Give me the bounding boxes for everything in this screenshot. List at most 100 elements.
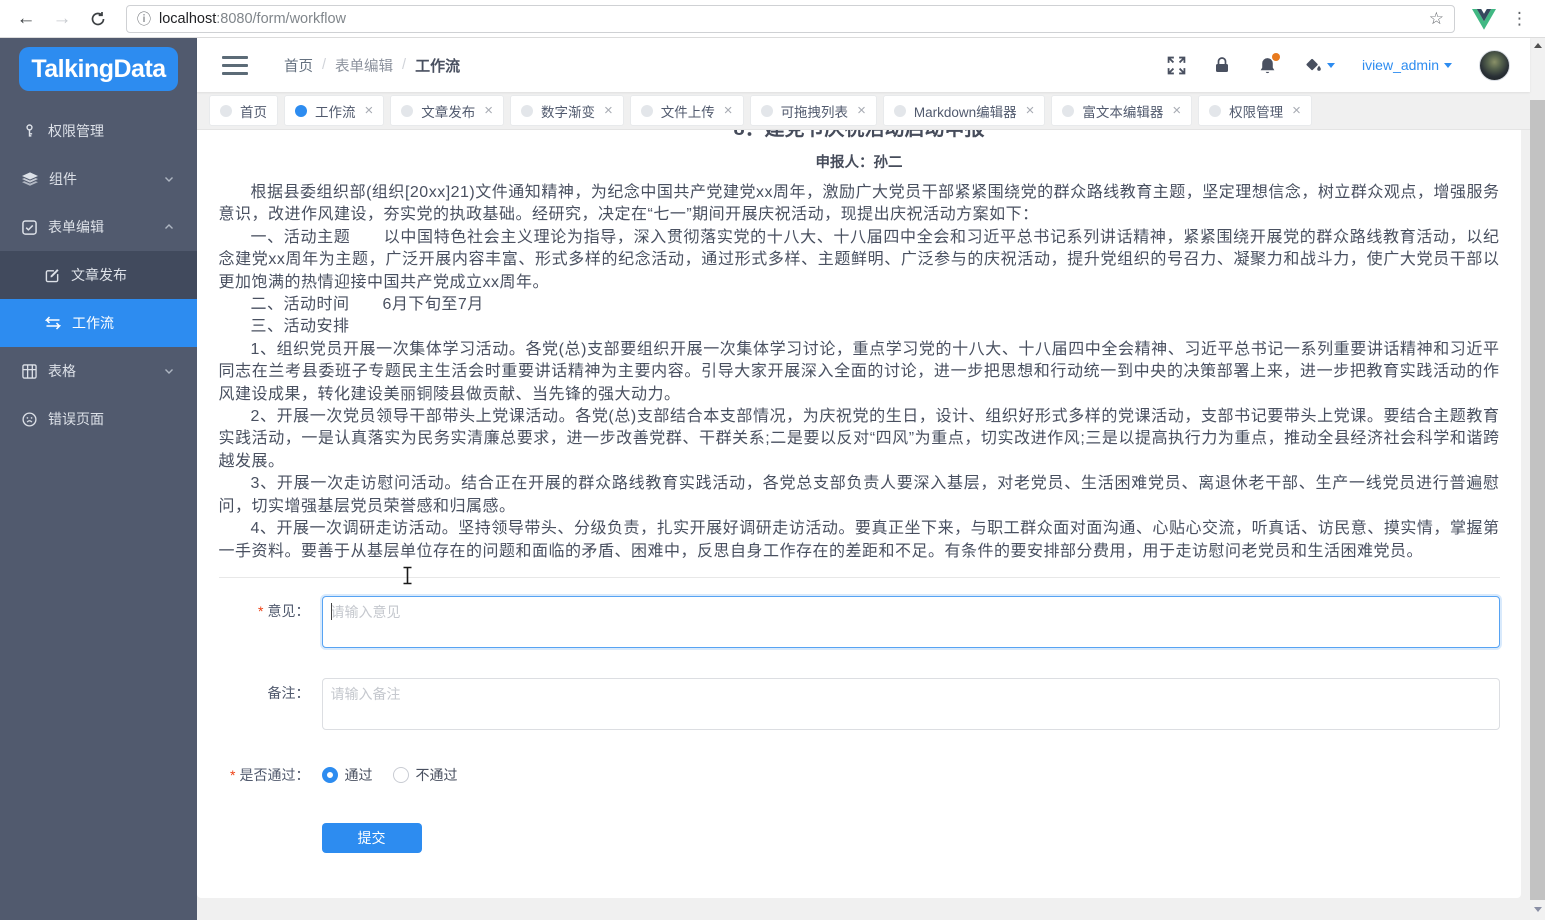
layers-icon — [22, 171, 38, 186]
sidebar-item-article-publish[interactable]: 文章发布 — [0, 251, 197, 299]
browser-menu-button[interactable]: ⋮ — [1505, 9, 1535, 29]
opinion-textarea[interactable] — [321, 595, 1500, 648]
url-host: localhost — [159, 10, 217, 27]
tab-close-icon[interactable]: × — [365, 103, 374, 118]
browser-reload-button[interactable] — [82, 3, 114, 35]
browser-forward-button[interactable]: → — [46, 3, 78, 35]
sidebar-item-error-page[interactable]: 错误页面 — [0, 395, 197, 443]
notifications-button[interactable] — [1258, 52, 1280, 75]
document-paragraph: 4、开展一次调研走访活动。坚持领导带头、分级负责，扎实开展好调研走访活动。要真正… — [218, 520, 1500, 560]
checkbox-icon — [22, 219, 37, 235]
radio-fail[interactable]: 不通过 — [392, 765, 458, 785]
notification-badge — [1271, 52, 1280, 61]
top-header: 首页 / 表单编辑 / 工作流 iview_admin — [197, 38, 1530, 92]
scrollbar-thumb[interactable] — [1530, 100, 1545, 900]
tab-close-icon[interactable]: × — [484, 103, 493, 118]
browser-back-button[interactable]: ← — [10, 3, 42, 35]
sidebar-item-label: 工作流 — [72, 315, 114, 331]
sidebar-item-workflow[interactable]: 工作流 — [0, 299, 197, 347]
document-paragraph: 3、开展一次走访慰问活动。结合正在开展的群众路线教育实践活动，各党总支部负责人要… — [218, 475, 1500, 515]
radio-fail-label: 不通过 — [415, 766, 458, 783]
vue-logo-icon — [1472, 8, 1496, 30]
tab-markdown-editor[interactable]: Markdown编辑器 × — [882, 95, 1046, 126]
tab-label: Markdown编辑器 — [913, 104, 1017, 120]
breadcrumb-current: 工作流 — [415, 57, 461, 75]
tab-close-icon[interactable]: × — [724, 103, 733, 118]
tab-dot-icon — [893, 104, 906, 117]
document-paragraph: 一、活动主题 以中国特色社会主义理论为指导，深入贯彻落实党的十八大、十八届四中全… — [218, 228, 1500, 291]
tab-permission[interactable]: 权限管理 × — [1198, 95, 1312, 126]
sidebar-menu: 权限管理 组件 表单编辑 文章发布 工作流 表格 错误页面 — [0, 107, 197, 443]
sidebar-item-label: 错误页面 — [48, 411, 104, 427]
tab-label: 权限管理 — [1229, 104, 1284, 120]
tab-dot-icon — [401, 104, 414, 117]
sidebar-item-label: 表格 — [48, 363, 76, 379]
user-menu[interactable]: iview_admin — [1362, 57, 1452, 73]
chevron-down-icon — [163, 173, 175, 185]
sidebar-item-label: 权限管理 — [48, 123, 104, 139]
sidebar-item-label: 组件 — [49, 171, 77, 187]
tab-label: 文章发布 — [421, 104, 476, 120]
scroll-down-arrow[interactable] — [1530, 902, 1545, 917]
pass-radio-group: 通过 不通过 — [321, 760, 1500, 790]
submit-button[interactable]: 提交 — [321, 822, 422, 853]
tab-rich-text-editor[interactable]: 富文本编辑器 × — [1051, 95, 1193, 126]
breadcrumb-home[interactable]: 首页 — [284, 55, 313, 76]
sidebar-item-label: 文章发布 — [71, 267, 127, 283]
lock-icon — [1215, 57, 1228, 72]
breadcrumb-form-edit[interactable]: 表单编辑 — [335, 55, 393, 76]
lock-screen-button[interactable] — [1213, 56, 1231, 74]
page-info-icon[interactable]: ⓘ — [137, 9, 151, 29]
page-scrollbar[interactable] — [1530, 38, 1545, 920]
table-icon — [22, 363, 37, 379]
radio-pass[interactable]: 通过 — [321, 765, 373, 785]
tab-dot-icon — [1062, 104, 1075, 117]
triangle-up-icon — [1533, 43, 1542, 48]
tab-file-upload[interactable]: 文件上传 × — [629, 95, 744, 126]
sidebar-item-label: 表单编辑 — [48, 219, 104, 235]
tab-label: 文件上传 — [660, 104, 715, 120]
sidebar-item-form-edit[interactable]: 表单编辑 — [0, 203, 197, 251]
breadcrumb: 首页 / 表单编辑 / 工作流 — [284, 55, 460, 76]
bookmark-star-icon[interactable]: ☆ — [1429, 9, 1444, 29]
tab-dot-icon — [760, 104, 773, 117]
sidebar-item-components[interactable]: 组件 — [0, 155, 197, 203]
tab-dot-icon — [1209, 104, 1222, 117]
sidebar-collapse-button[interactable] — [222, 55, 248, 75]
tab-article-publish[interactable]: 文章发布 × — [390, 95, 505, 126]
address-bar[interactable]: ⓘ localhost:8080/form/workflow ☆ — [126, 4, 1455, 33]
workflow-content-card: 8：建党节庆祝活动启动申报 申报人：孙二 根据县委组织部(组织[20xx]21)… — [197, 130, 1521, 898]
document-paragraph: 二、活动时间 6月下旬至7月 — [250, 296, 484, 314]
avatar[interactable] — [1479, 49, 1510, 81]
theme-switch-button[interactable] — [1304, 56, 1335, 74]
tab-close-icon[interactable]: × — [1292, 103, 1301, 118]
vue-devtools-extension[interactable] — [1467, 8, 1501, 30]
tab-draggable-list[interactable]: 可拖拽列表 × — [749, 95, 877, 126]
required-mark: * — [258, 602, 264, 619]
tab-close-icon[interactable]: × — [604, 103, 613, 118]
caret-down-icon — [1444, 62, 1452, 68]
note-textarea[interactable] — [321, 677, 1500, 730]
app-logo[interactable]: TalkingData — [19, 47, 178, 91]
tab-close-icon[interactable]: × — [857, 103, 866, 118]
breadcrumb-separator: / — [402, 57, 407, 73]
tab-workflow[interactable]: 工作流 × — [284, 95, 385, 126]
tab-home[interactable]: 首页 — [209, 95, 278, 126]
tab-number-gradient[interactable]: 数字渐变 × — [510, 95, 624, 126]
tab-close-icon[interactable]: × — [1172, 103, 1181, 118]
triangle-down-icon — [1533, 907, 1542, 912]
document-applicant: 申报人：孙二 — [815, 155, 903, 171]
document-paragraph: 三、活动安排 — [250, 318, 350, 336]
tab-dot-icon — [220, 104, 232, 117]
fullscreen-button[interactable] — [1167, 56, 1186, 75]
document-paragraph: 1、组织党员开展一次集体学习活动。各党(总)支部要组织开展一次集体学习讨论，重点… — [218, 340, 1500, 403]
sidebar-item-table[interactable]: 表格 — [0, 347, 197, 395]
scroll-up-arrow[interactable] — [1530, 38, 1545, 53]
document-title: 8：建党节庆祝活动启动申报 — [219, 130, 1500, 141]
compose-icon — [45, 268, 59, 282]
approval-form: *意见： 备注： *是否通过： — [219, 595, 1500, 853]
tab-dot-icon — [295, 104, 307, 117]
sidebar-item-permission[interactable]: 权限管理 — [0, 107, 197, 155]
key-icon — [26, 124, 33, 137]
tab-close-icon[interactable]: × — [1026, 103, 1035, 118]
